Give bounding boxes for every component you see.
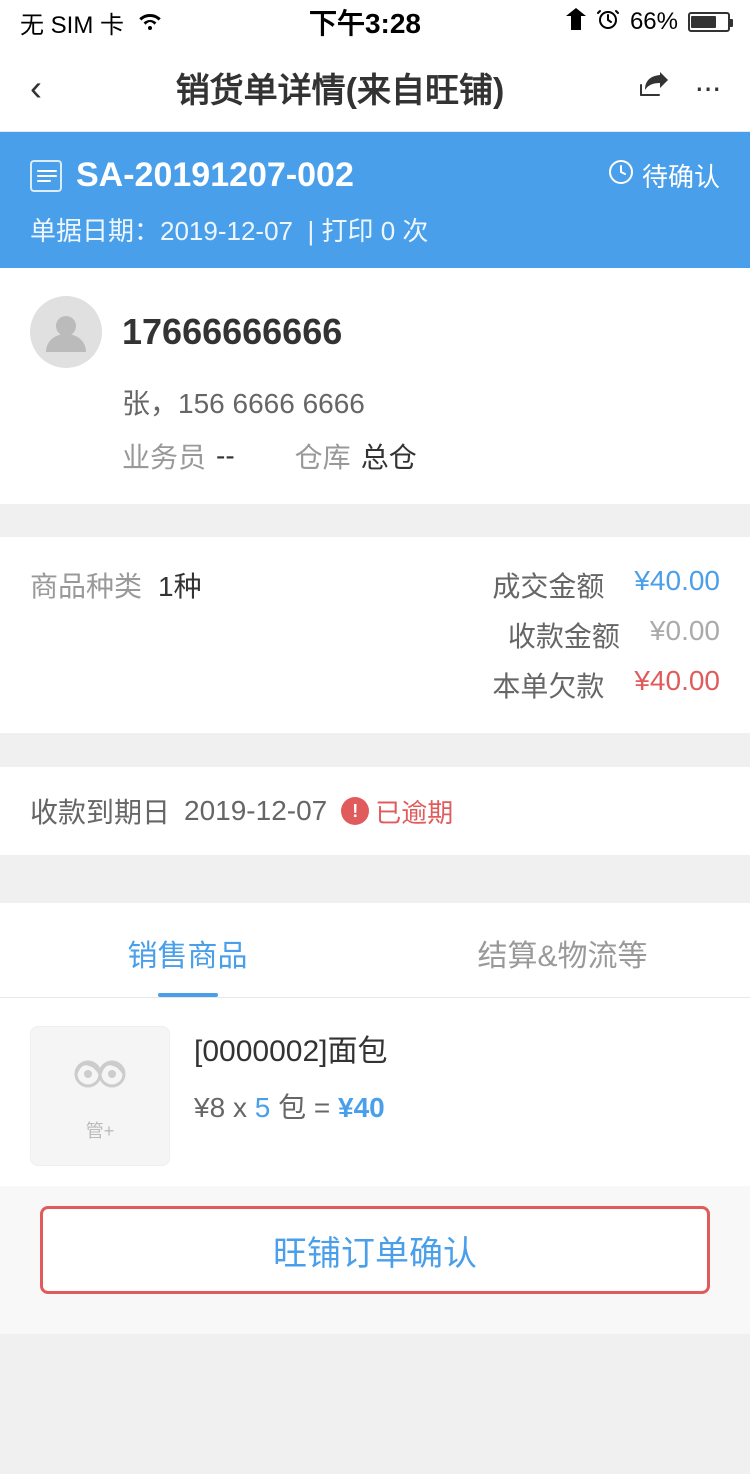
warning-icon: ! [341, 797, 369, 825]
amount-value-0: ¥40.00 [634, 565, 720, 605]
divider-2 [0, 749, 750, 765]
clock-icon [608, 159, 634, 192]
amounts-left: 商品种类 1种 [30, 565, 202, 605]
customer-row1: 17666666666 [30, 296, 720, 368]
amounts-section: 商品种类 1种 成交金额 ¥40.00 收款金额 ¥0.00 本单欠款 ¥40.… [0, 536, 750, 733]
tab-sales-product[interactable]: 销售商品 [0, 903, 375, 997]
avatar [30, 296, 102, 368]
customer-phone: 17666666666 [122, 311, 342, 353]
product-price: ¥8 [194, 1092, 225, 1123]
location-icon [566, 8, 586, 37]
product-name: [0000002]面包 [194, 1026, 720, 1070]
salesman-item: 业务员 -- [122, 436, 235, 476]
customer-name: 张，156 6666 6666 [30, 382, 720, 422]
warehouse-item: 仓库 总仓 [295, 436, 417, 476]
amount-label-1: 收款金额 [508, 615, 620, 655]
status-left: 无 SIM 卡 [20, 5, 164, 40]
due-label: 收款到期日 [30, 791, 170, 831]
due-section: 收款到期日 2019-12-07 ! 已逾期 [0, 767, 750, 855]
amount-label-0: 成交金额 [492, 565, 604, 605]
warehouse-label: 仓库 [295, 436, 351, 476]
amounts-right: 成交金额 ¥40.00 收款金额 ¥0.00 本单欠款 ¥40.00 [492, 565, 720, 705]
divider-3 [0, 871, 750, 887]
nav-bar: ‹ 销货单详情(来自旺铺) ··· [0, 44, 750, 132]
amount-value-1: ¥0.00 [650, 615, 720, 655]
confirm-button[interactable]: 旺铺订单确认 [40, 1206, 710, 1294]
more-icon[interactable]: ··· [694, 69, 720, 106]
carrier-text: 无 SIM 卡 [20, 5, 124, 40]
salesman-label: 业务员 [122, 436, 206, 476]
battery-icon [688, 12, 730, 32]
overdue-badge: ! 已逾期 [341, 793, 453, 830]
order-date-row: 单据日期：2019-12-07 | 打印 0 次 [30, 211, 720, 248]
status-time: 下午3:28 [309, 2, 421, 42]
amount-item-0: 成交金额 ¥40.00 [492, 565, 720, 605]
product-brand-text: 管+ [60, 1117, 140, 1143]
product-multiply-icon: x [233, 1092, 247, 1123]
divider-1 [0, 520, 750, 536]
status-right: 66% [566, 7, 730, 38]
share-icon[interactable] [638, 68, 670, 108]
amount-value-2: ¥40.00 [634, 665, 720, 705]
customer-meta: 业务员 -- 仓库 总仓 [30, 436, 720, 476]
tabs-section: 销售商品 结算&物流等 管+ [0000002]面包 [0, 903, 750, 1194]
order-status: 待确认 [608, 157, 720, 194]
nav-actions: ··· [638, 68, 720, 108]
product-qty-value: 5 [255, 1092, 271, 1123]
warehouse-value: 总仓 [361, 436, 417, 476]
product-equals: = [314, 1092, 330, 1123]
order-header: SA-20191207-002 待确认 单据日期：2019-12-07 | 打印… [0, 132, 750, 268]
type-value: 1种 [158, 565, 202, 605]
salesman-value: -- [216, 440, 235, 472]
product-thumbnail: 管+ [30, 1026, 170, 1166]
order-id: SA-20191207-002 [30, 156, 354, 195]
order-id-icon [30, 160, 62, 192]
product-total: ¥40 [338, 1092, 385, 1123]
order-header-row1: SA-20191207-002 待确认 [30, 156, 720, 195]
due-date: 2019-12-07 [184, 795, 327, 827]
customer-section: 17666666666 张，156 6666 6666 业务员 -- 仓库 总仓 [0, 268, 750, 504]
overdue-text: 已逾期 [375, 793, 453, 830]
amount-item-2: 本单欠款 ¥40.00 [492, 665, 720, 705]
amounts-row: 商品种类 1种 成交金额 ¥40.00 收款金额 ¥0.00 本单欠款 ¥40.… [30, 565, 720, 705]
tabs-row: 销售商品 结算&物流等 [0, 903, 750, 998]
back-button[interactable]: ‹ [30, 67, 42, 109]
confirm-button-wrap: 旺铺订单确认 [0, 1186, 750, 1334]
product-info: [0000002]面包 ¥8 x 5 包 = ¥40 [194, 1026, 720, 1126]
product-price-row: ¥8 x 5 包 = ¥40 [194, 1086, 720, 1126]
amount-item-1: 收款金额 ¥0.00 [508, 615, 720, 655]
tab-settlement[interactable]: 结算&物流等 [375, 903, 750, 997]
amount-label-2: 本单欠款 [492, 665, 604, 705]
page-title: 销货单详情(来自旺铺) [176, 63, 505, 112]
battery-percentage: 66% [630, 8, 678, 36]
status-bar: 无 SIM 卡 下午3:28 66% [0, 0, 750, 44]
product-unit: 包 [278, 1092, 306, 1123]
wifi-icon [136, 8, 164, 37]
product-item: 管+ [0000002]面包 ¥8 x 5 包 = ¥40 [0, 998, 750, 1194]
alarm-icon [596, 7, 620, 38]
type-label: 商品种类 [30, 565, 142, 605]
